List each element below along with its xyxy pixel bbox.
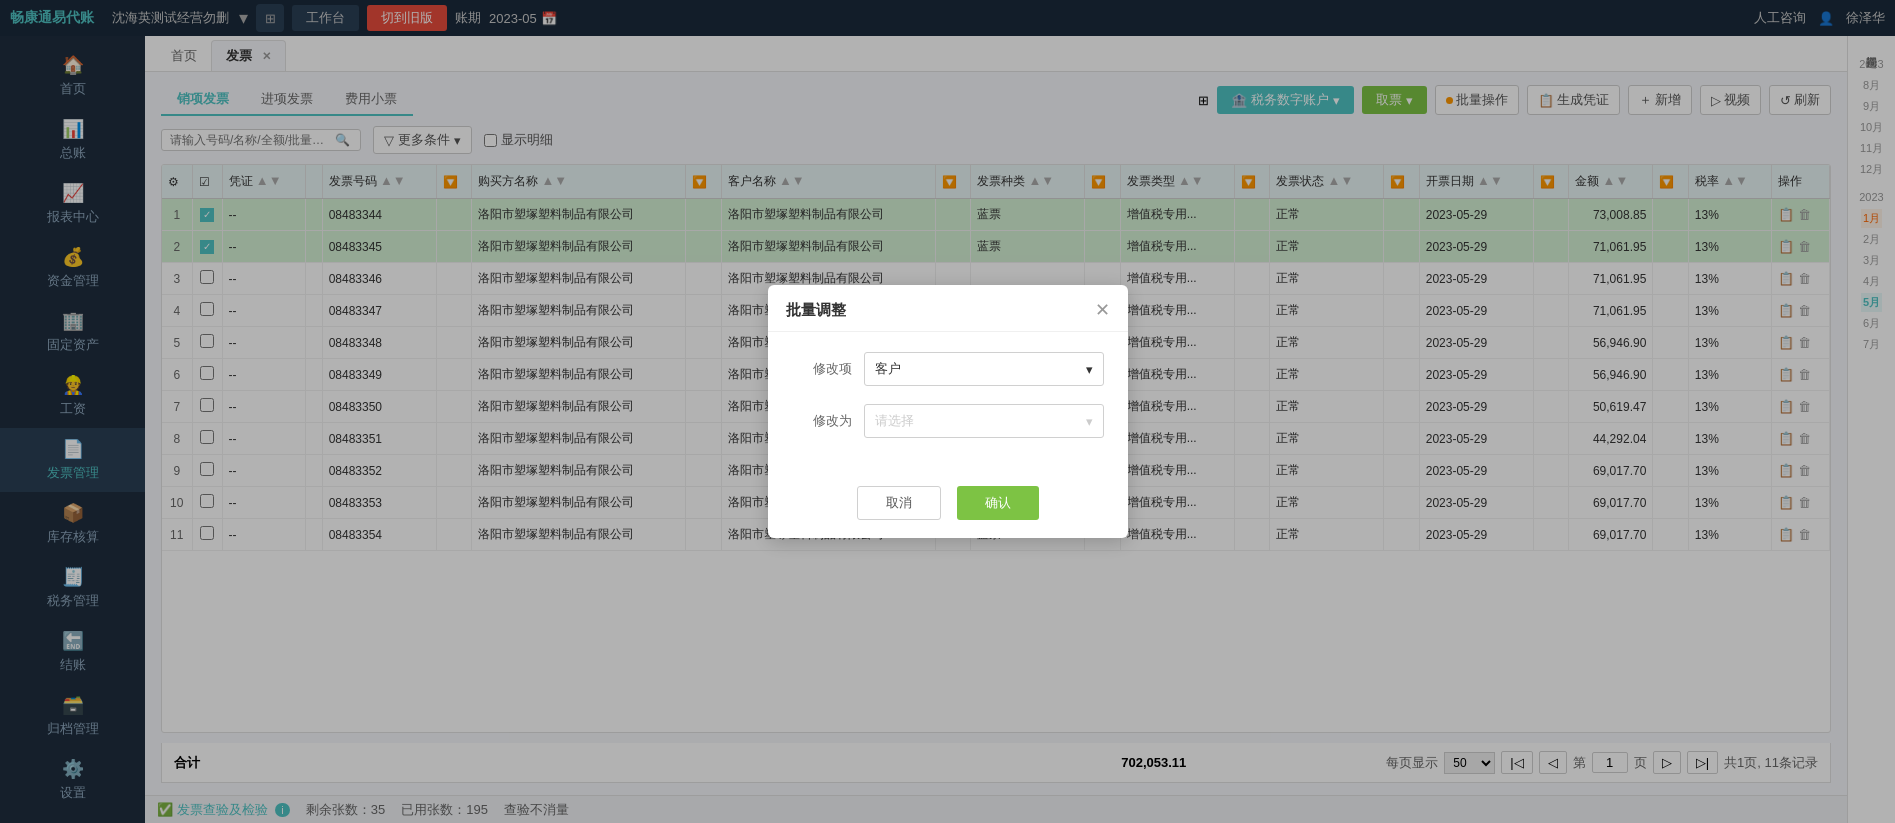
modal-overlay: 批量调整 ✕ 修改项 客户 ▾ 修改为 请选择 ▾ 取消 确认	[0, 0, 1895, 823]
modal-title: 批量调整	[786, 301, 846, 320]
modify-field-row: 修改项 客户 ▾	[792, 352, 1104, 386]
cancel-btn[interactable]: 取消	[857, 486, 941, 520]
modify-field-value: 客户	[875, 360, 901, 378]
to-dropdown-icon: ▾	[1086, 414, 1093, 429]
modify-to-select[interactable]: 请选择 ▾	[864, 404, 1104, 438]
confirm-btn[interactable]: 确认	[957, 486, 1039, 520]
batch-adjust-modal: 批量调整 ✕ 修改项 客户 ▾ 修改为 请选择 ▾ 取消 确认	[768, 285, 1128, 538]
modify-field-select[interactable]: 客户 ▾	[864, 352, 1104, 386]
modal-close-btn[interactable]: ✕	[1095, 299, 1110, 321]
modify-field-label: 修改项	[792, 360, 852, 378]
modal-body: 修改项 客户 ▾ 修改为 请选择 ▾	[768, 332, 1128, 476]
modify-to-label: 修改为	[792, 412, 852, 430]
modal-header: 批量调整 ✕	[768, 285, 1128, 332]
modify-to-placeholder: 请选择	[875, 412, 914, 430]
field-dropdown-icon: ▾	[1086, 362, 1093, 377]
modify-to-row: 修改为 请选择 ▾	[792, 404, 1104, 438]
modal-footer: 取消 确认	[768, 476, 1128, 538]
